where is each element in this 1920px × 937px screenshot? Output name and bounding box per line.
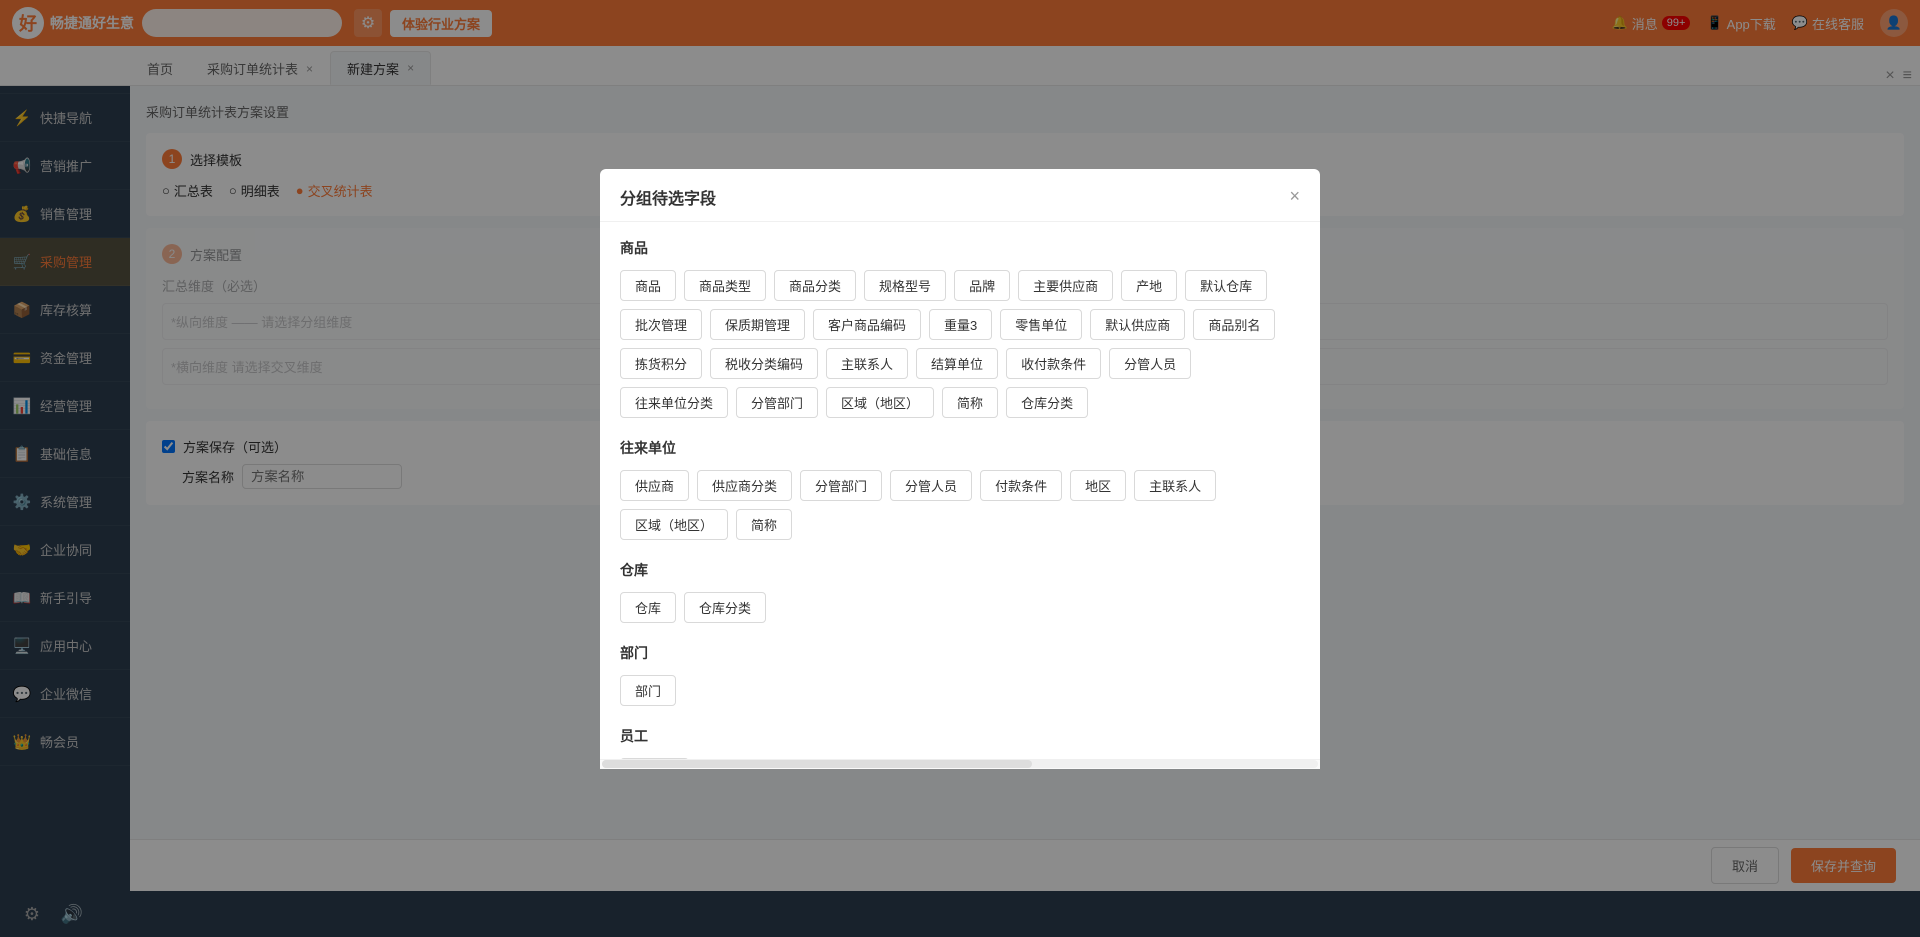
modal-section-employee: 员工业务员 xyxy=(620,726,1300,760)
field-tag[interactable]: 品牌 xyxy=(954,270,1010,301)
field-tag[interactable]: 商品类型 xyxy=(684,270,766,301)
field-tag[interactable]: 保质期管理 xyxy=(710,309,805,340)
field-tag[interactable]: 产地 xyxy=(1121,270,1177,301)
field-tags-partner: 供应商供应商分类分管部门分管人员付款条件地区主联系人区域（地区） 简称 xyxy=(620,470,1300,540)
field-tag[interactable]: 分管人员 xyxy=(890,470,972,501)
field-tag[interactable]: 默认供应商 xyxy=(1090,309,1185,340)
modal-section-warehouse: 仓库仓库仓库分类 xyxy=(620,560,1300,623)
section-title-warehouse: 仓库 xyxy=(620,560,1300,580)
field-tag[interactable]: 供应商 xyxy=(620,470,689,501)
modal-section-department: 部门部门 xyxy=(620,643,1300,706)
field-tag[interactable]: 规格型号 xyxy=(864,270,946,301)
field-tag[interactable]: 税收分类编码 xyxy=(710,348,818,379)
field-tag[interactable]: 主联系人 xyxy=(826,348,908,379)
field-tags-department: 部门 xyxy=(620,675,1300,706)
field-tag[interactable]: 分管人员 xyxy=(1109,348,1191,379)
field-tag[interactable]: 区域（地区） xyxy=(826,387,934,418)
field-tag[interactable]: 地区 xyxy=(1070,470,1126,501)
field-tag[interactable]: 客户商品编码 xyxy=(813,309,921,340)
field-tag[interactable]: 付款条件 xyxy=(980,470,1062,501)
field-tag[interactable]: 仓库 xyxy=(620,592,676,623)
modal-title: 分组待选字段 xyxy=(620,185,716,209)
field-tag[interactable]: 区域（地区） xyxy=(620,509,728,540)
modal-dialog: 分组待选字段 × 商品商品商品类型商品分类规格型号品牌主要供应商产地默认仓库批次… xyxy=(600,169,1320,769)
field-tag[interactable]: 往来单位分类 xyxy=(620,387,728,418)
field-tag[interactable]: 主联系人 xyxy=(1134,470,1216,501)
modal-body[interactable]: 商品商品商品类型商品分类规格型号品牌主要供应商产地默认仓库批次管理保质期管理客户… xyxy=(600,222,1320,760)
field-tag[interactable]: 重量3 xyxy=(929,309,992,340)
field-tag[interactable]: 简称 xyxy=(942,387,998,418)
field-tag[interactable]: 分管部门 xyxy=(736,387,818,418)
field-tag[interactable]: 仓库分类 xyxy=(684,592,766,623)
field-tag[interactable]: 仓库分类 xyxy=(1006,387,1088,418)
field-tag[interactable]: 部门 xyxy=(620,675,676,706)
section-title-partner: 往来单位 xyxy=(620,438,1300,458)
field-tag[interactable]: 商品分类 xyxy=(774,270,856,301)
section-title-employee: 员工 xyxy=(620,726,1300,746)
modal-header: 分组待选字段 × xyxy=(600,169,1320,222)
field-tag[interactable]: 批次管理 xyxy=(620,309,702,340)
modal-close-button[interactable]: × xyxy=(1289,186,1300,207)
field-tag[interactable]: 默认仓库 xyxy=(1185,270,1267,301)
field-tag[interactable]: 商品 xyxy=(620,270,676,301)
modal-section-partner: 往来单位供应商供应商分类分管部门分管人员付款条件地区主联系人区域（地区） 简称 xyxy=(620,438,1300,540)
modal-scrollbar-bottom xyxy=(600,759,1320,769)
field-tag[interactable]: 拣货积分 xyxy=(620,348,702,379)
field-tag[interactable]: 结算单位 xyxy=(916,348,998,379)
field-tag[interactable]: 商品别名 xyxy=(1193,309,1275,340)
modal-overlay: 分组待选字段 × 商品商品商品类型商品分类规格型号品牌主要供应商产地默认仓库批次… xyxy=(0,0,1920,937)
modal-section-goods: 商品商品商品类型商品分类规格型号品牌主要供应商产地默认仓库批次管理保质期管理客户… xyxy=(620,238,1300,418)
section-title-department: 部门 xyxy=(620,643,1300,663)
field-tag[interactable]: 供应商分类 xyxy=(697,470,792,501)
field-tags-warehouse: 仓库仓库分类 xyxy=(620,592,1300,623)
field-tag[interactable]: 主要供应商 xyxy=(1018,270,1113,301)
section-title-goods: 商品 xyxy=(620,238,1300,258)
field-tags-goods: 商品商品类型商品分类规格型号品牌主要供应商产地默认仓库批次管理保质期管理客户商品… xyxy=(620,270,1300,418)
field-tag[interactable]: 分管部门 xyxy=(800,470,882,501)
field-tag[interactable]: 收付款条件 xyxy=(1006,348,1101,379)
field-tag[interactable]: 零售单位 xyxy=(1000,309,1082,340)
field-tag[interactable]: 简称 xyxy=(736,509,792,540)
